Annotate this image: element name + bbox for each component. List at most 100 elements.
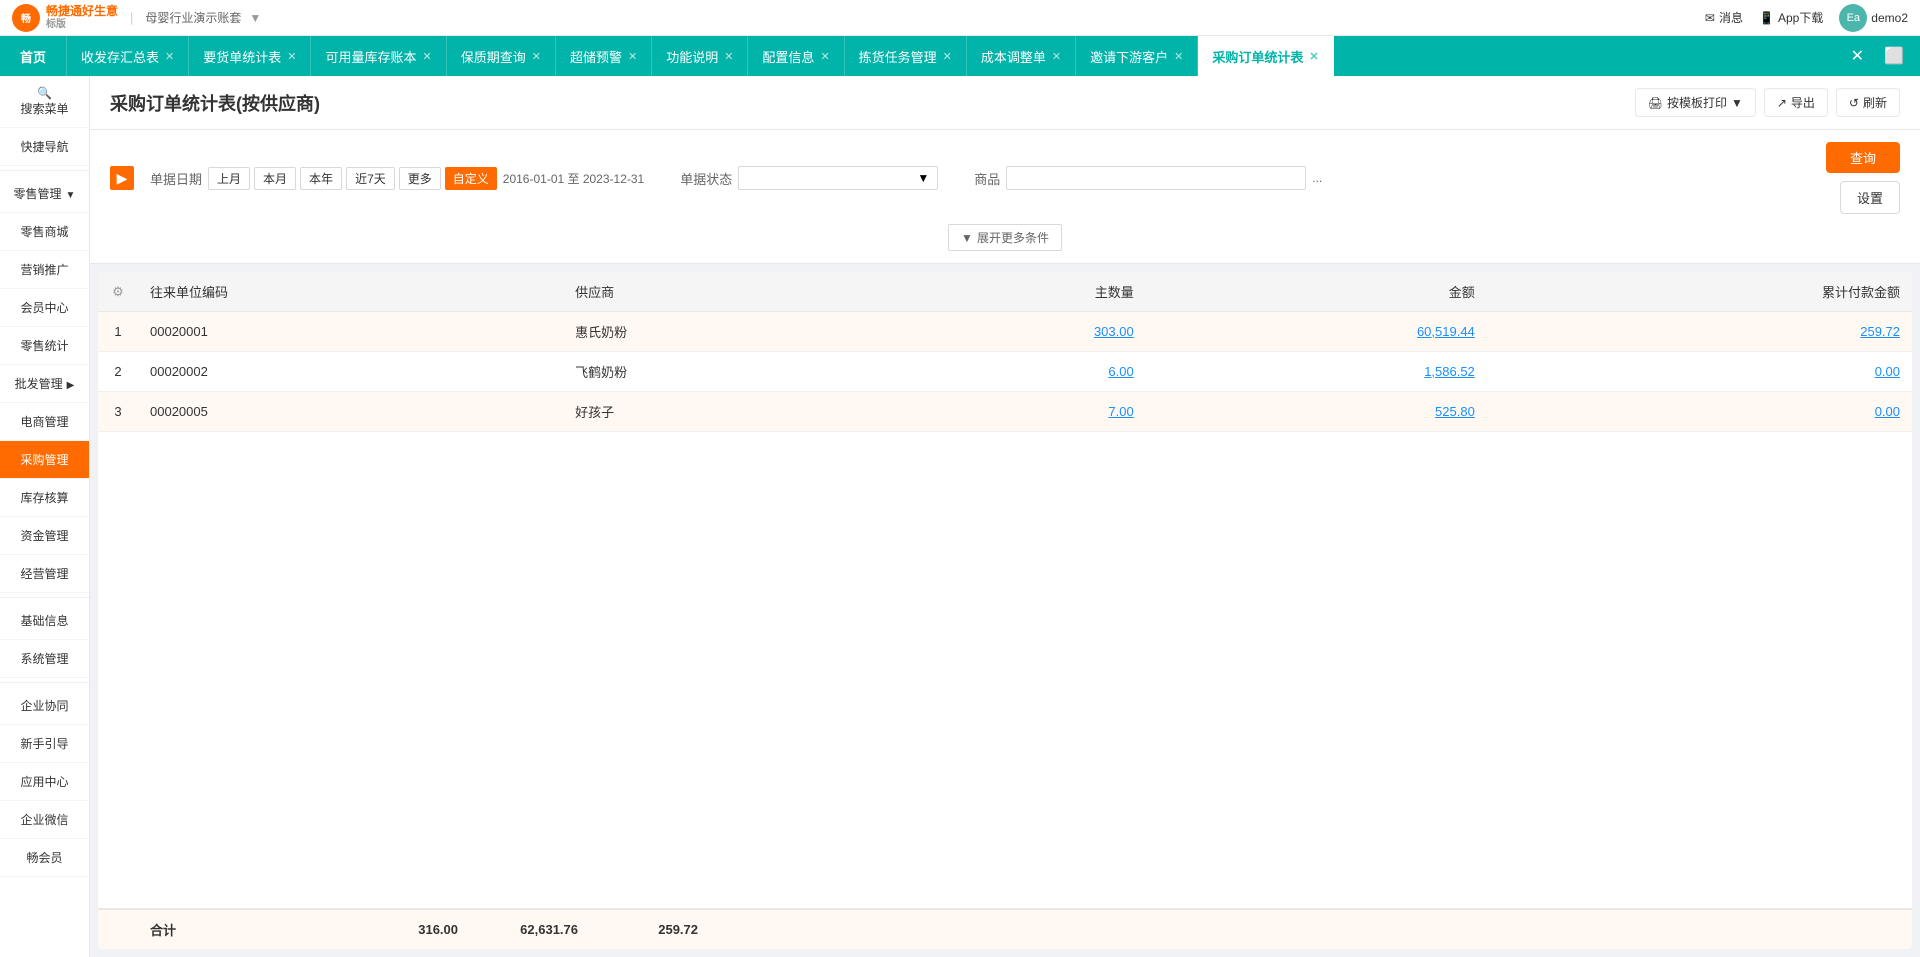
tab-chaochu[interactable]: 超储预警 ✕ bbox=[556, 36, 652, 76]
user-area[interactable]: Ea demo2 bbox=[1839, 4, 1908, 32]
close-tab-kuyun[interactable]: ✕ bbox=[423, 50, 432, 63]
row-amount[interactable]: 1,586.52 bbox=[1146, 352, 1487, 392]
sidebar-item-ecommerce[interactable]: 电商管理 bbox=[0, 403, 89, 441]
expand-down-icon: ▼ bbox=[961, 231, 973, 245]
row-amount[interactable]: 60,519.44 bbox=[1146, 312, 1487, 352]
close-all-tabs-btn[interactable]: ✕ bbox=[1843, 42, 1872, 70]
table-area: ⚙ 往来单位编码 供应商 主数量 金额 累计付款金额 1 00020001 惠氏… bbox=[98, 272, 1912, 949]
filter-toggle-btn[interactable]: ▶ bbox=[110, 166, 134, 190]
nav-tab-actions: ✕ ⬜ bbox=[1843, 42, 1920, 70]
date-prev-month-btn[interactable]: 上月 bbox=[208, 167, 250, 190]
tab-kuyun[interactable]: 可用量库存账本 ✕ bbox=[311, 36, 446, 76]
print-btn[interactable]: 🖨 按模板打印 ▼ bbox=[1635, 88, 1756, 117]
sidebar-item-corpwechat[interactable]: 企业微信 bbox=[0, 801, 89, 839]
tab-gongneng[interactable]: 功能说明 ✕ bbox=[652, 36, 748, 76]
tab-baozhi[interactable]: 保质期查询 ✕ bbox=[447, 36, 556, 76]
sidebar-item-purchase[interactable]: 采购管理 bbox=[0, 441, 89, 479]
tab-yaoqing[interactable]: 邀请下游客户 ✕ bbox=[1076, 36, 1198, 76]
close-tab-chaochu[interactable]: ✕ bbox=[628, 50, 637, 63]
sidebar-item-retailshop[interactable]: 零售商城 bbox=[0, 213, 89, 251]
status-filter: 单据状态 ▼ bbox=[680, 166, 938, 190]
sidebar-item-basic[interactable]: 基础信息 bbox=[0, 602, 89, 640]
row-quantity[interactable]: 303.00 bbox=[880, 312, 1146, 352]
tab-peizhi[interactable]: 配置信息 ✕ bbox=[748, 36, 844, 76]
date-this-month-btn[interactable]: 本月 bbox=[254, 167, 296, 190]
refresh-btn[interactable]: ↺ 刷新 bbox=[1836, 88, 1900, 117]
tab-caigou[interactable]: 采购订单统计表 ✕ bbox=[1198, 36, 1333, 76]
row-amount[interactable]: 525.80 bbox=[1146, 392, 1487, 432]
breadcrumb: 母婴行业演示账套 bbox=[145, 9, 241, 26]
refresh-icon: ↺ bbox=[1849, 96, 1859, 110]
filter-settings-btn[interactable]: 设置 bbox=[1840, 181, 1900, 214]
sidebar-item-quicknav[interactable]: 快捷导航 bbox=[0, 128, 89, 166]
sidebar-item-wholesale[interactable]: 批发管理 bbox=[0, 365, 89, 403]
content-area: 采购订单统计表(按供应商) 🖨 按模板打印 ▼ ↗ 导出 ↺ 刷新 bbox=[90, 76, 1920, 957]
row-paid[interactable]: 0.00 bbox=[1487, 352, 1912, 392]
row-quantity[interactable]: 6.00 bbox=[880, 352, 1146, 392]
message-btn[interactable]: ✉ 消息 bbox=[1705, 9, 1743, 26]
more-options-icon[interactable]: ... bbox=[1312, 171, 1322, 185]
sidebar-item-appcenter[interactable]: 应用中心 bbox=[0, 763, 89, 801]
app-download-btn[interactable]: 📱 App下载 bbox=[1759, 9, 1823, 26]
row-paid[interactable]: 259.72 bbox=[1487, 312, 1912, 352]
maximize-tabs-btn[interactable]: ⬜ bbox=[1876, 42, 1912, 70]
row-paid[interactable]: 0.00 bbox=[1487, 392, 1912, 432]
sidebar-divider-3 bbox=[0, 682, 89, 683]
settings-icon[interactable]: ⚙ bbox=[112, 284, 124, 299]
status-select[interactable]: ▼ bbox=[738, 166, 938, 190]
logo-area: 畅 畅捷通好生意 标版 bbox=[12, 4, 118, 32]
close-tab-shoufa[interactable]: ✕ bbox=[165, 50, 174, 63]
row-quantity[interactable]: 7.00 bbox=[880, 392, 1146, 432]
tab-home[interactable]: 首页 bbox=[0, 36, 67, 76]
print-dropdown-icon: ▼ bbox=[1731, 96, 1743, 110]
close-tab-paihuorenwu[interactable]: ✕ bbox=[943, 50, 952, 63]
sidebar-item-newguide[interactable]: 新手引导 bbox=[0, 725, 89, 763]
query-btn[interactable]: 查询 bbox=[1826, 142, 1900, 173]
sidebar-item-system[interactable]: 系统管理 bbox=[0, 640, 89, 678]
avatar: Ea bbox=[1839, 4, 1867, 32]
row-supplier: 惠氏奶粉 bbox=[563, 312, 880, 352]
row-code: 00020005 bbox=[138, 392, 563, 432]
close-tab-peizhi[interactable]: ✕ bbox=[820, 50, 829, 63]
col-paid: 累计付款金额 bbox=[1487, 272, 1912, 312]
table-row: 1 00020001 惠氏奶粉 303.00 60,519.44 259.72 bbox=[98, 312, 1912, 352]
sidebar-item-search[interactable]: 🔍 搜索菜单 bbox=[0, 76, 89, 128]
row-no: 3 bbox=[98, 392, 138, 432]
date-custom-btn[interactable]: 自定义 bbox=[445, 167, 497, 190]
close-tab-baozhi[interactable]: ✕ bbox=[532, 50, 541, 63]
breadcrumb-dropdown[interactable]: ▼ bbox=[249, 11, 261, 25]
expand-more-btn[interactable]: ▼ 展开更多条件 bbox=[948, 224, 1062, 251]
sidebar-item-vip[interactable]: 畅会员 bbox=[0, 839, 89, 877]
sidebar-item-finance[interactable]: 资金管理 bbox=[0, 517, 89, 555]
sidebar-item-retail[interactable]: 零售管理 bbox=[0, 175, 89, 213]
goods-filter: 商品 ... bbox=[974, 166, 1322, 190]
date-more-btn[interactable]: 更多 bbox=[399, 167, 441, 190]
sidebar-item-operations[interactable]: 经营管理 bbox=[0, 555, 89, 593]
close-tab-yaohuo[interactable]: ✕ bbox=[287, 50, 296, 63]
date-this-year-btn[interactable]: 本年 bbox=[300, 167, 342, 190]
logo-subtitle: 标版 bbox=[46, 19, 118, 31]
close-tab-chengben[interactable]: ✕ bbox=[1052, 50, 1061, 63]
tab-yaohuo[interactable]: 要货单统计表 ✕ bbox=[189, 36, 311, 76]
date-7days-btn[interactable]: 近7天 bbox=[346, 167, 395, 190]
sidebar-item-marketing[interactable]: 营销推广 bbox=[0, 251, 89, 289]
data-table: ⚙ 往来单位编码 供应商 主数量 金额 累计付款金额 1 00020001 惠氏… bbox=[98, 272, 1912, 432]
filter-row-2: ▼ 展开更多条件 bbox=[110, 224, 1900, 251]
tab-chengben[interactable]: 成本调整单 ✕ bbox=[967, 36, 1076, 76]
export-icon: ↗ bbox=[1777, 96, 1787, 110]
date-range: 2016-01-01 至 2023-12-31 bbox=[503, 170, 644, 187]
close-tab-caigou[interactable]: ✕ bbox=[1309, 50, 1318, 63]
col-settings: ⚙ bbox=[98, 272, 138, 312]
close-tab-gongneng[interactable]: ✕ bbox=[724, 50, 733, 63]
page-header-actions: 🖨 按模板打印 ▼ ↗ 导出 ↺ 刷新 bbox=[1635, 88, 1900, 117]
goods-input[interactable] bbox=[1006, 166, 1306, 190]
tab-paihuorenwu[interactable]: 拣货任务管理 ✕ bbox=[845, 36, 967, 76]
sidebar-item-member[interactable]: 会员中心 bbox=[0, 289, 89, 327]
sidebar-item-enterprise[interactable]: 企业协同 bbox=[0, 687, 89, 725]
tab-shoufa[interactable]: 收发存汇总表 ✕ bbox=[67, 36, 189, 76]
sidebar-item-retailstats[interactable]: 零售统计 bbox=[0, 327, 89, 365]
close-tab-yaoqing[interactable]: ✕ bbox=[1174, 50, 1183, 63]
col-quantity: 主数量 bbox=[880, 272, 1146, 312]
export-btn[interactable]: ↗ 导出 bbox=[1764, 88, 1828, 117]
sidebar-item-inventory[interactable]: 库存核算 bbox=[0, 479, 89, 517]
